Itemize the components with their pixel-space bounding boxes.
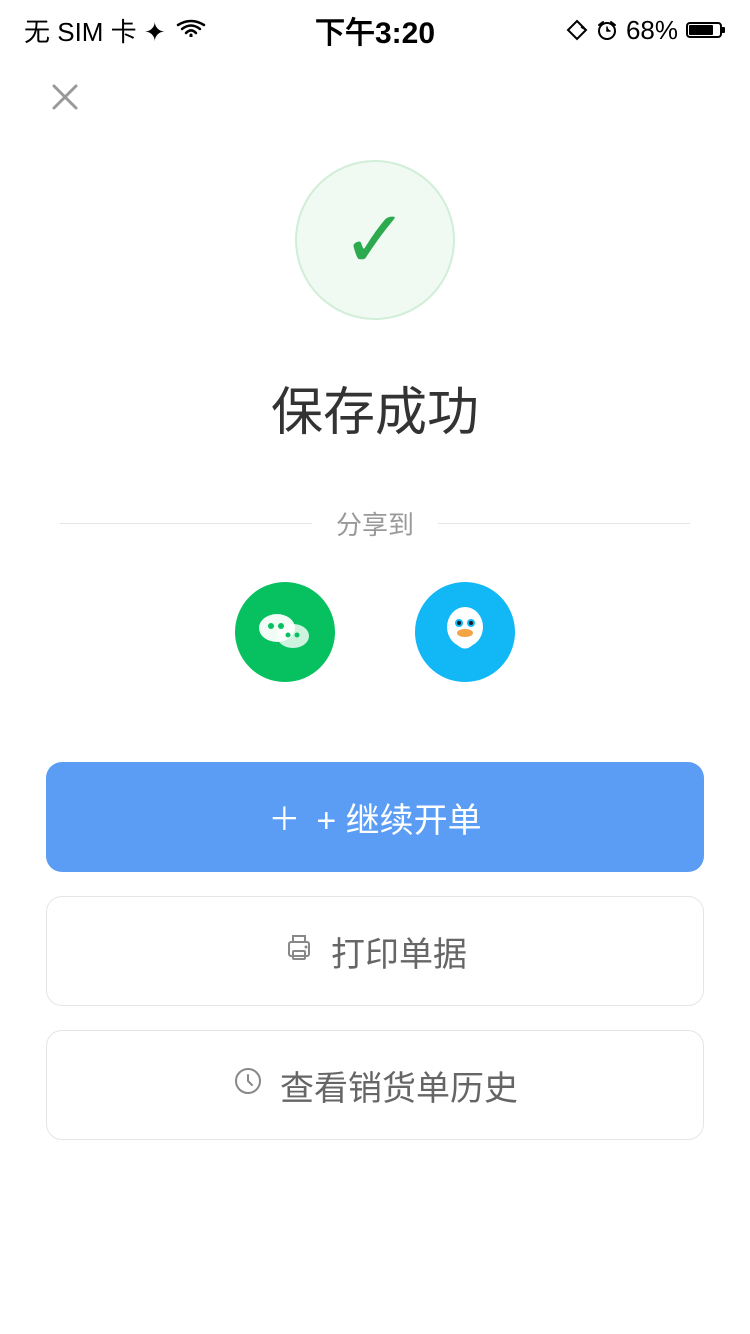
status-time: 下午3:20 bbox=[315, 8, 435, 52]
divider-row: 分享到 bbox=[0, 505, 750, 542]
status-left: 无 SIM 卡 ✦ bbox=[24, 12, 206, 49]
location-icon bbox=[566, 19, 588, 41]
plus-icon: ＋ bbox=[268, 794, 300, 840]
wechat-icon bbox=[255, 606, 315, 658]
share-icons-row bbox=[235, 582, 515, 682]
close-button[interactable] bbox=[40, 72, 90, 122]
buttons-section: ＋ + 继续开单 打印单据 查看销货单历 bbox=[0, 762, 750, 1140]
success-circle: ✓ bbox=[295, 160, 455, 320]
qq-icon bbox=[436, 601, 494, 663]
divider-right bbox=[438, 523, 690, 524]
wifi-icon bbox=[176, 19, 206, 41]
battery-icon bbox=[686, 20, 726, 40]
history-button[interactable]: 查看销货单历史 bbox=[46, 1030, 704, 1140]
share-label: 分享到 bbox=[312, 505, 438, 542]
checkmark-icon: ✓ bbox=[341, 200, 408, 280]
sim-status: 无 SIM 卡 ✦ bbox=[24, 12, 166, 49]
printer-icon bbox=[283, 931, 315, 971]
share-section: 分享到 bbox=[0, 505, 750, 682]
history-label: 查看销货单历史 bbox=[280, 1061, 518, 1110]
battery-percentage: 68% bbox=[626, 15, 678, 46]
continue-label: + 继续开单 bbox=[316, 793, 481, 842]
close-icon bbox=[48, 80, 82, 114]
qq-share-button[interactable] bbox=[415, 582, 515, 682]
alarm-icon bbox=[596, 19, 618, 41]
status-right: 68% bbox=[566, 15, 726, 46]
history-icon bbox=[232, 1065, 264, 1105]
print-label: 打印单据 bbox=[331, 927, 467, 976]
continue-order-button[interactable]: ＋ + 继续开单 bbox=[46, 762, 704, 872]
wechat-share-button[interactable] bbox=[235, 582, 335, 682]
print-button[interactable]: 打印单据 bbox=[46, 896, 704, 1006]
status-bar: 无 SIM 卡 ✦ 下午3:20 68% bbox=[0, 0, 750, 60]
divider-left bbox=[60, 523, 312, 524]
main-content: ✓ 保存成功 分享到 bbox=[0, 60, 750, 1140]
success-title: 保存成功 bbox=[271, 370, 479, 445]
